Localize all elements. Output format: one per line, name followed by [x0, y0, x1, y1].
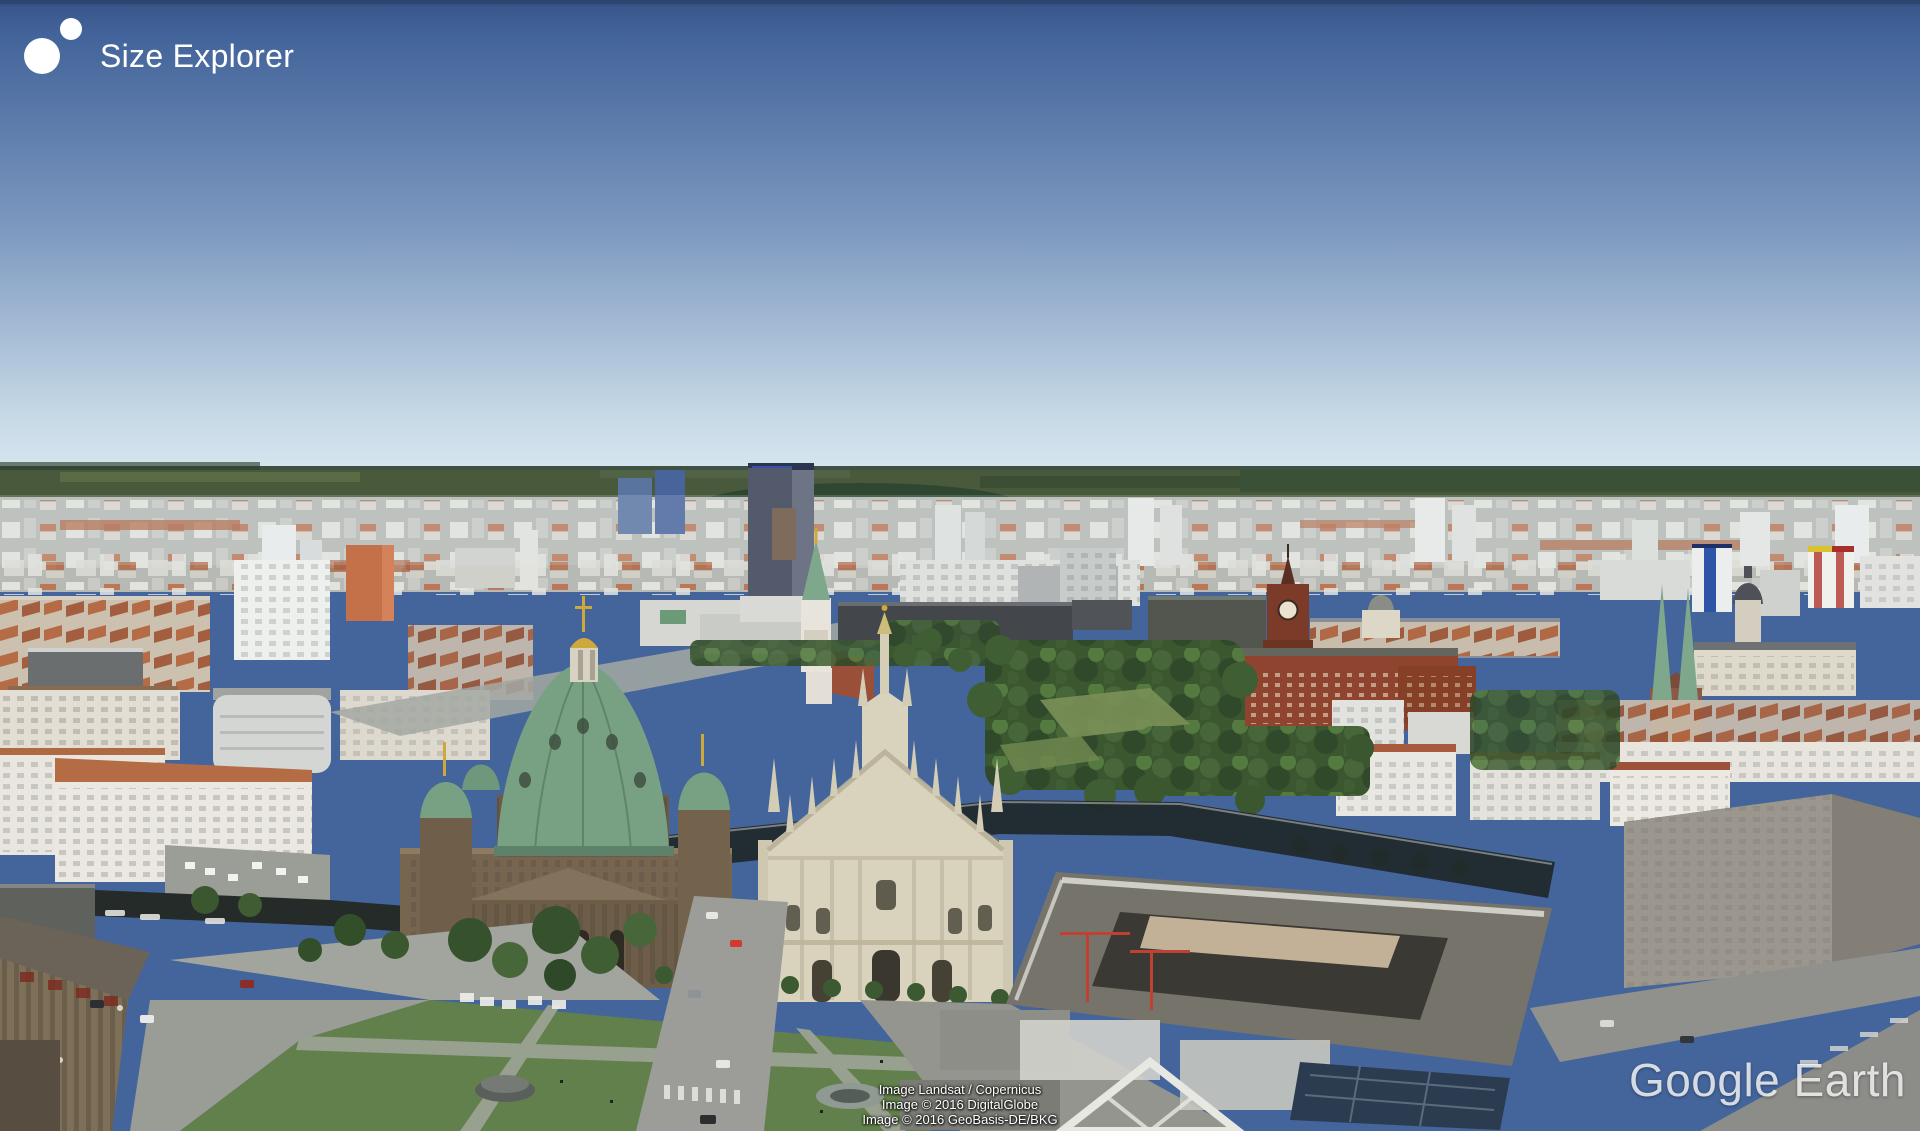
size-explorer-app: Size Explorer Image Landsat / Copernicus…	[0, 0, 1920, 1131]
google-earth-watermark: Google Earth	[1628, 1054, 1906, 1106]
size-explorer-logo-icon	[24, 18, 82, 74]
earth-3d-viewport[interactable]	[0, 0, 1920, 1131]
app-title: Size Explorer	[100, 38, 295, 74]
attribution-line: Image © 2016 GeoBasis-DE/BKG	[862, 1112, 1058, 1127]
blue-stripe-tower	[1692, 544, 1732, 612]
red-yellow-tower	[1808, 546, 1854, 608]
app-brand: Size Explorer	[16, 12, 346, 82]
